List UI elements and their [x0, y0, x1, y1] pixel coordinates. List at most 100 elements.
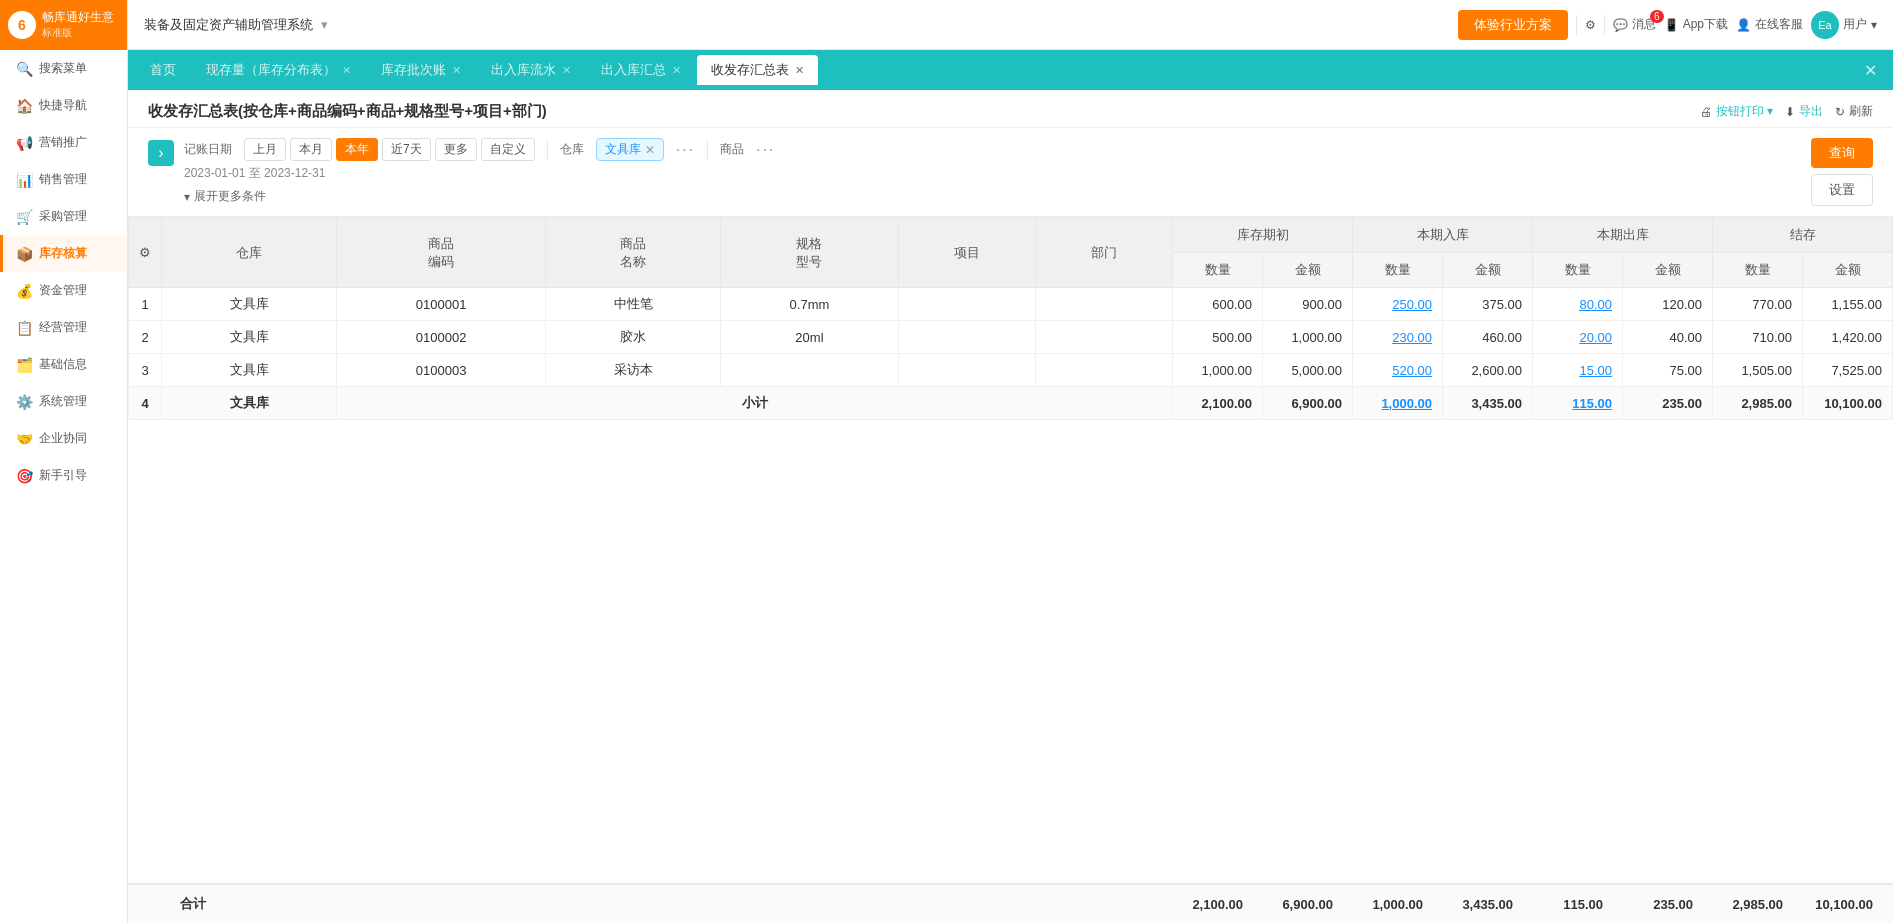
row-out-amt: 40.00 [1623, 321, 1713, 354]
date-this-month-btn[interactable]: 本月 [290, 138, 332, 161]
sidebar-item-operation[interactable]: 📋 经营管理 [0, 309, 127, 346]
subtotal-cell: 10,100.00 [1803, 387, 1893, 420]
row-goods-code: 0100002 [337, 321, 546, 354]
subtotal-cell-link[interactable]: 1,000.00 [1353, 387, 1443, 420]
footer-total-value: 6,900.00 [1253, 897, 1343, 912]
query-button[interactable]: 查询 [1811, 138, 1873, 168]
subtotal-cell: 2,985.00 [1713, 387, 1803, 420]
expand-more-btn[interactable]: ▾ 展开更多条件 [184, 188, 1801, 205]
online-service-btn[interactable]: 👤 在线客服 [1736, 16, 1803, 33]
mobile-icon: 📱 [1664, 18, 1679, 32]
dropdown-caret-icon[interactable]: ▾ [321, 17, 328, 32]
sidebar-item-quick-nav[interactable]: 🏠 快捷导航 [0, 87, 127, 124]
warehouse-tag-close-icon[interactable]: ✕ [645, 143, 655, 157]
expand-more-label: 展开更多条件 [194, 188, 266, 205]
tab-batch-ledger[interactable]: 库存批次账 ✕ [367, 55, 475, 85]
row-out-amt: 75.00 [1623, 354, 1713, 387]
row-in-qty[interactable]: 520.00 [1353, 354, 1443, 387]
row-no: 1 [129, 288, 162, 321]
row-out-qty[interactable]: 15.00 [1533, 354, 1623, 387]
date-7days-btn[interactable]: 近7天 [382, 138, 431, 161]
row-in-qty[interactable]: 230.00 [1353, 321, 1443, 354]
col-opening-group: 库存期初 [1173, 218, 1353, 253]
col-settings[interactable]: ⚙ [129, 218, 162, 288]
enterprise-icon: 🤝 [15, 431, 33, 447]
sidebar-item-search[interactable]: 🔍 搜索菜单 [0, 50, 127, 87]
sidebar-item-basic[interactable]: 🗂️ 基础信息 [0, 346, 127, 383]
export-label: 导出 [1799, 103, 1823, 120]
tab-close-in-out-flow[interactable]: ✕ [562, 64, 571, 77]
date-filter-label: 记账日期 [184, 141, 232, 158]
warehouse-tag[interactable]: 文具库 ✕ [596, 138, 664, 161]
tab-home[interactable]: 首页 [136, 55, 190, 85]
footer-total-value: 3,435.00 [1433, 897, 1523, 912]
tab-close-inventory-dist[interactable]: ✕ [342, 64, 351, 77]
user-btn[interactable]: Ea 用户 ▾ [1811, 11, 1877, 39]
row-goods-spec: 20ml [721, 321, 898, 354]
tab-close-stock-summary[interactable]: ✕ [795, 64, 804, 77]
date-custom-btn[interactable]: 自定义 [481, 138, 535, 161]
col-goods-spec-header: 规格型号 [721, 218, 898, 288]
goods-filter-label: 商品 [720, 141, 744, 158]
sidebar-item-enterprise[interactable]: 🤝 企业协同 [0, 420, 127, 457]
table-section: ⚙ 仓库 商品编码 商品名称 规格型号 项目 部门 库存期初 本期入库 本期出库… [128, 217, 1893, 883]
service-icon: 👤 [1736, 18, 1751, 32]
sidebar-item-marketing[interactable]: 📢 营销推广 [0, 124, 127, 161]
subtotal-cell-link[interactable]: 115.00 [1533, 387, 1623, 420]
filter-expand-button[interactable]: › [148, 140, 174, 166]
row-bal-amt: 1,155.00 [1803, 288, 1893, 321]
tab-close-in-out-summary[interactable]: ✕ [672, 64, 681, 77]
row-goods-code: 0100001 [337, 288, 546, 321]
setting-button[interactable]: 设置 [1811, 174, 1873, 206]
app-name: 畅库通好生意 [42, 10, 114, 26]
tab-inventory-dist-label: 现存量（库存分布表） [206, 61, 336, 79]
warehouse-more-dots[interactable]: ··· [676, 141, 695, 159]
subtotal-cell: 6,900.00 [1263, 387, 1353, 420]
row-open-amt: 900.00 [1263, 288, 1353, 321]
sidebar-item-inventory[interactable]: 📦 库存核算 [0, 235, 127, 272]
message-badge: 6 [1650, 10, 1664, 23]
message-btn[interactable]: 💬 消息 6 [1613, 16, 1656, 33]
refresh-btn[interactable]: ↻ 刷新 [1835, 103, 1873, 120]
subtotal-cell: 3,435.00 [1443, 387, 1533, 420]
marketing-icon: 📢 [15, 135, 33, 151]
sidebar-item-system[interactable]: ⚙️ 系统管理 [0, 383, 127, 420]
system-title-text: 装备及固定资产辅助管理系统 [144, 16, 313, 34]
goods-more-dots[interactable]: ··· [756, 141, 775, 159]
row-no: 2 [129, 321, 162, 354]
sidebar-label-inventory: 库存核算 [39, 245, 87, 262]
date-more-btn[interactable]: 更多 [435, 138, 477, 161]
sidebar-item-newbie[interactable]: 🎯 新手引导 [0, 457, 127, 494]
row-in-amt: 375.00 [1443, 288, 1533, 321]
row-out-qty[interactable]: 80.00 [1533, 288, 1623, 321]
row-dept [1035, 354, 1172, 387]
sidebar-label-quick-nav: 快捷导航 [39, 97, 87, 114]
tab-in-out-flow[interactable]: 出入库流水 ✕ [477, 55, 585, 85]
sidebar-item-finance[interactable]: 💰 资金管理 [0, 272, 127, 309]
sidebar-item-sales[interactable]: 📊 销售管理 [0, 161, 127, 198]
date-last-month-btn[interactable]: 上月 [244, 138, 286, 161]
print-label: 按钮打印 ▾ [1716, 103, 1773, 120]
export-btn[interactable]: ⬇ 导出 [1785, 103, 1823, 120]
tab-close-batch-ledger[interactable]: ✕ [452, 64, 461, 77]
trial-button[interactable]: 体验行业方案 [1458, 10, 1568, 40]
sidebar-item-purchase[interactable]: 🛒 采购管理 [0, 198, 127, 235]
avatar: Ea [1811, 11, 1839, 39]
user-dropdown-icon: ▾ [1871, 18, 1877, 32]
tab-bar-close-icon[interactable]: ✕ [1856, 61, 1885, 80]
row-open-qty: 600.00 [1173, 288, 1263, 321]
tab-inventory-dist[interactable]: 现存量（库存分布表） ✕ [192, 55, 365, 85]
settings-btn[interactable]: ⚙ [1585, 18, 1596, 32]
print-btn[interactable]: 🖨 按钮打印 ▾ [1700, 103, 1773, 120]
row-out-qty[interactable]: 20.00 [1533, 321, 1623, 354]
tab-in-out-summary[interactable]: 出入库汇总 ✕ [587, 55, 695, 85]
sidebar-label-enterprise: 企业协同 [39, 430, 87, 447]
row-in-amt: 2,600.00 [1443, 354, 1533, 387]
app-download-btn[interactable]: 📱 App下载 [1664, 16, 1728, 33]
col-bal-amt-header: 金额 [1803, 253, 1893, 288]
row-in-qty[interactable]: 250.00 [1353, 288, 1443, 321]
table-row: 1 文具库 0100001 中性笔 0.7mm 600.00 900.00 25… [129, 288, 1893, 321]
footer-total-value: 235.00 [1613, 897, 1703, 912]
date-this-year-btn[interactable]: 本年 [336, 138, 378, 161]
tab-stock-summary[interactable]: 收发存汇总表 ✕ [697, 55, 818, 85]
